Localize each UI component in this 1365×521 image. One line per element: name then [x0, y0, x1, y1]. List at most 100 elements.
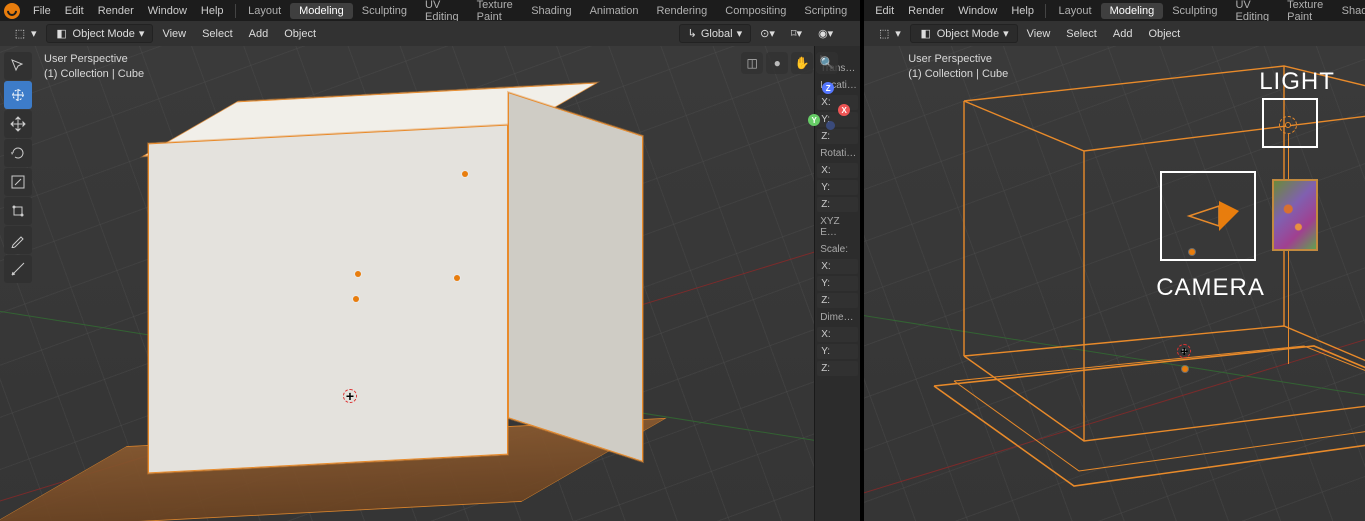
viewport-info-r: User Perspective (1) Collection | Cube — [908, 52, 1008, 83]
tool-scale[interactable] — [4, 168, 32, 196]
cube-object[interactable] — [120, 94, 550, 521]
top-menu-bar-right: Edit Render Window Help Layout Modeling … — [864, 0, 1365, 21]
tool-transform[interactable] — [4, 197, 32, 225]
npanel-scale-y[interactable]: Y: — [817, 276, 858, 291]
hdr-object-r[interactable]: Object — [1141, 24, 1187, 43]
workspace-shading-r[interactable]: Shading — [1333, 3, 1365, 19]
tool-shelf — [4, 52, 32, 283]
cube-face-right — [508, 92, 643, 462]
perspective-label-r: User Perspective — [908, 52, 1008, 67]
viewport-3d-right[interactable]: User Perspective (1) Collection | Cube ◫… — [864, 46, 1365, 521]
hdr-object[interactable]: Object — [277, 24, 323, 43]
origin-dot — [454, 275, 460, 281]
hdr-add-r[interactable]: Add — [1106, 24, 1140, 43]
gizmo-zoom-icon[interactable]: 🔍 — [816, 52, 838, 74]
npanel-scale-x[interactable]: X: — [817, 259, 858, 274]
mode-dropdown-r[interactable]: ◧Object Mode ▾ — [910, 24, 1018, 43]
collection-label: (1) Collection | Cube — [44, 67, 144, 82]
workspace-modeling[interactable]: Modeling — [290, 3, 353, 19]
npanel-rotation-header: Rotati… — [817, 146, 858, 161]
viewport-gizmos: ◫ ● ✋ 🔍 — [741, 52, 838, 74]
npanel-dim-header: Dime… — [817, 310, 858, 325]
menu-edit-r[interactable]: Edit — [868, 5, 901, 17]
hdr-select[interactable]: Select — [195, 24, 240, 43]
top-menu-bar: File Edit Render Window Help Layout Mode… — [0, 0, 860, 21]
workspace-sculpting[interactable]: Sculpting — [353, 3, 416, 19]
gizmo-camera-icon[interactable]: ◫ — [741, 52, 763, 74]
menu-edit[interactable]: Edit — [58, 5, 91, 17]
editor-type-icon-r[interactable]: ⬚▾ — [870, 24, 908, 43]
viewport-header: ⬚▾ ◧Object Mode ▾ View Select Add Object… — [0, 21, 860, 46]
npanel-xyz-euler[interactable]: XYZ E… — [817, 214, 858, 240]
workspace-sculpting-r[interactable]: Sculpting — [1163, 3, 1226, 19]
snap-icon[interactable]: ⌑▾ — [784, 24, 809, 43]
gizmo-hand-icon[interactable]: ✋ — [791, 52, 813, 74]
tool-rotate[interactable] — [4, 139, 32, 167]
editor-type-icon[interactable]: ⬚▾ — [6, 24, 44, 43]
tool-select-box[interactable] — [4, 52, 32, 80]
npanel-dim-z[interactable]: Z: — [817, 361, 858, 376]
menu-file[interactable]: File — [26, 5, 58, 17]
tool-cursor[interactable] — [4, 81, 32, 109]
hdr-add[interactable]: Add — [242, 24, 276, 43]
workspace-shading[interactable]: Shading — [522, 3, 580, 19]
cube-face-front — [148, 125, 508, 474]
menu-window[interactable]: Window — [141, 5, 194, 17]
gizmo-record-icon[interactable]: ● — [766, 52, 788, 74]
origin-dot — [355, 271, 361, 277]
tool-annotate[interactable] — [4, 226, 32, 254]
npanel-rot-y[interactable]: Y: — [817, 180, 858, 195]
mode-label: Object Mode — [73, 28, 135, 40]
nav-axis-y[interactable]: Y — [808, 114, 820, 126]
annotation-light-label: LIGHT — [1259, 68, 1335, 96]
npanel-rot-z[interactable]: Z: — [817, 197, 858, 212]
npanel-dim-y[interactable]: Y: — [817, 344, 858, 359]
nav-axis-z[interactable]: Z — [822, 82, 834, 94]
origin-dot — [462, 171, 468, 177]
menu-window-r[interactable]: Window — [951, 5, 1004, 17]
npanel-loc-z[interactable]: Z: — [817, 129, 858, 144]
annotation-light-box — [1262, 98, 1318, 148]
viewport-header-right: ⬚▾ ◧Object Mode ▾ View Select Add Object… — [864, 21, 1365, 46]
orientation-label: Global — [701, 28, 733, 40]
npanel-scale-z[interactable]: Z: — [817, 293, 858, 308]
npanel-rot-x[interactable]: X: — [817, 163, 858, 178]
viewport-3d[interactable]: User Perspective (1) Collection | Cube ◫… — [0, 46, 860, 521]
blender-left-window: File Edit Render Window Help Layout Mode… — [0, 0, 864, 521]
menu-help-r[interactable]: Help — [1004, 5, 1041, 17]
menu-render[interactable]: Render — [91, 5, 141, 17]
npanel-dim-x[interactable]: X: — [817, 327, 858, 342]
3d-cursor-icon-r — [1174, 341, 1194, 361]
annotation-camera-label: CAMERA — [1156, 274, 1265, 302]
3d-cursor-icon — [340, 386, 360, 406]
pivot-icon[interactable]: ⊙▾ — [753, 24, 782, 43]
hdr-select-r[interactable]: Select — [1059, 24, 1104, 43]
proportional-icon[interactable]: ◉▾ — [811, 24, 840, 43]
blender-logo-icon[interactable] — [4, 3, 20, 19]
origin-dot — [353, 296, 359, 302]
workspace-scripting[interactable]: Scripting — [795, 3, 856, 19]
annotation-camera-box — [1160, 171, 1256, 261]
menu-render-r[interactable]: Render — [901, 5, 951, 17]
viewport-info: User Perspective (1) Collection | Cube — [44, 52, 144, 83]
blender-right-window: Edit Render Window Help Layout Modeling … — [864, 0, 1365, 521]
mode-label-r: Object Mode — [937, 28, 999, 40]
workspace-rendering[interactable]: Rendering — [647, 3, 716, 19]
workspace-layout[interactable]: Layout — [239, 3, 290, 19]
workspace-compositing[interactable]: Compositing — [716, 3, 795, 19]
workspace-animation[interactable]: Animation — [581, 3, 648, 19]
hdr-view-r[interactable]: View — [1020, 24, 1058, 43]
perspective-label: User Perspective — [44, 52, 144, 67]
painting-plane[interactable] — [1272, 179, 1318, 251]
orientation-dropdown[interactable]: ↳ Global ▾ — [679, 24, 752, 43]
workspace-layout-r[interactable]: Layout — [1050, 3, 1101, 19]
tool-measure[interactable] — [4, 255, 32, 283]
mode-dropdown[interactable]: ◧Object Mode ▾ — [46, 24, 154, 43]
hdr-view[interactable]: View — [155, 24, 193, 43]
workspace-modeling-r[interactable]: Modeling — [1101, 3, 1164, 19]
nav-axis-neg[interactable] — [826, 121, 835, 130]
menu-help[interactable]: Help — [194, 5, 231, 17]
nav-axis-x[interactable]: X — [838, 104, 850, 116]
tool-move[interactable] — [4, 110, 32, 138]
nav-gizmo[interactable]: Z X Y — [802, 82, 850, 130]
